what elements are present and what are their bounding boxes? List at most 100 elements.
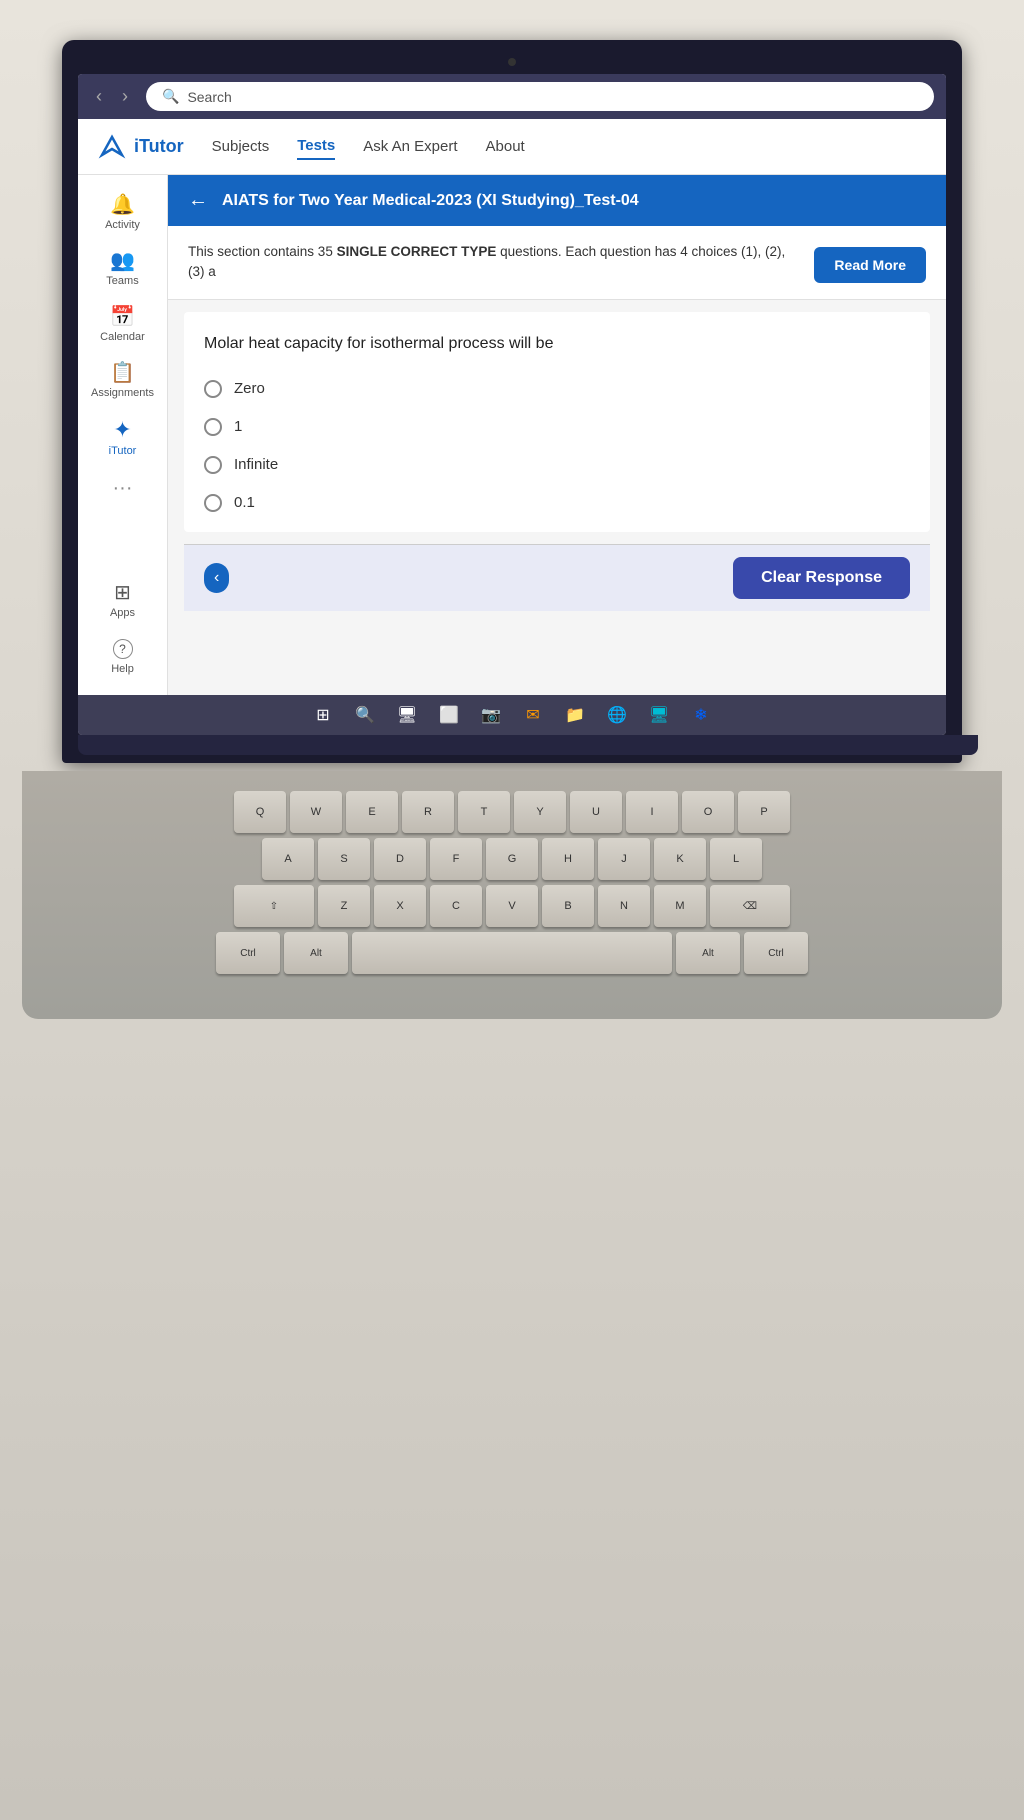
key-a[interactable]: A [262, 838, 314, 880]
taskbar-start-button[interactable]: ⊞ [309, 701, 337, 729]
app-logo: iTutor [98, 133, 184, 161]
key-n[interactable]: N [598, 885, 650, 927]
app-name: iTutor [134, 136, 184, 157]
taskbar-mail-icon[interactable]: ✉ [519, 701, 547, 729]
key-o[interactable]: O [682, 791, 734, 833]
taskbar-taskview-icon[interactable]: 🖥 [393, 701, 421, 729]
key-f[interactable]: F [430, 838, 482, 880]
option-item-b[interactable]: 1 [204, 418, 910, 436]
key-alt[interactable]: Alt [284, 932, 348, 974]
clear-response-button[interactable]: Clear Response [733, 557, 910, 599]
back-button[interactable]: ← [188, 189, 208, 212]
taskbar-files-icon[interactable]: 📁 [561, 701, 589, 729]
keyboard-area: Q W E R T Y U I O P A S D F G H J K L ⇧ … [22, 771, 1002, 1019]
option-radio-c[interactable] [204, 456, 222, 474]
key-i[interactable]: I [626, 791, 678, 833]
info-text: This section contains 35 SINGLE CORRECT … [188, 242, 814, 283]
sidebar-label-apps: Apps [110, 607, 135, 619]
key-m[interactable]: M [654, 885, 706, 927]
key-g[interactable]: G [486, 838, 538, 880]
key-shift[interactable]: ⇧ [234, 885, 314, 927]
nav-ask-expert[interactable]: Ask An Expert [363, 134, 457, 159]
option-radio-a[interactable] [204, 380, 222, 398]
test-header-bar: ← AIATS for Two Year Medical-2023 (XI St… [168, 175, 946, 226]
help-icon: ? [113, 639, 133, 659]
content-area: ← AIATS for Two Year Medical-2023 (XI St… [168, 175, 946, 695]
app-navbar: iTutor Subjects Tests Ask An Expert Abou… [78, 119, 946, 175]
key-space[interactable] [352, 932, 672, 974]
nav-back-button[interactable]: ‹ [90, 84, 108, 109]
keyboard-row-3: ⇧ Z X C V B N M ⌫ [62, 885, 962, 927]
key-e[interactable]: E [346, 791, 398, 833]
option-item-c[interactable]: Infinite [204, 456, 910, 474]
nav-subjects[interactable]: Subjects [212, 134, 270, 159]
option-item-d[interactable]: 0.1 [204, 494, 910, 512]
key-k[interactable]: K [654, 838, 706, 880]
key-ctrl[interactable]: Ctrl [216, 932, 280, 974]
key-ctrl-r[interactable]: Ctrl [744, 932, 808, 974]
key-z[interactable]: Z [318, 885, 370, 927]
key-c[interactable]: C [430, 885, 482, 927]
sidebar-item-teams[interactable]: 👥 Teams [83, 243, 163, 295]
nav-tests[interactable]: Tests [297, 133, 335, 160]
taskbar-edge-icon[interactable]: 🌐 [603, 701, 631, 729]
key-alt-r[interactable]: Alt [676, 932, 740, 974]
taskbar-camera-icon[interactable]: 📷 [477, 701, 505, 729]
sidebar-item-calendar[interactable]: 📅 Calendar [83, 299, 163, 351]
nav-forward-button[interactable]: › [116, 84, 134, 109]
browser-chrome: ‹ › 🔍 Search [78, 74, 946, 119]
key-q[interactable]: Q [234, 791, 286, 833]
question-area: Molar heat capacity for isothermal proce… [184, 312, 930, 532]
key-p[interactable]: P [738, 791, 790, 833]
key-x[interactable]: X [374, 885, 426, 927]
keyboard-row-2: A S D F G H J K L [62, 838, 962, 880]
nav-about[interactable]: About [486, 134, 525, 159]
key-s[interactable]: S [318, 838, 370, 880]
sidebar-item-itutor[interactable]: ✦ iTutor [83, 411, 163, 465]
key-d[interactable]: D [374, 838, 426, 880]
search-placeholder: Search [187, 89, 231, 105]
taskbar-dropbox-icon[interactable]: ❄ [687, 701, 715, 729]
sidebar-label-teams: Teams [106, 275, 138, 287]
sidebar-item-activity[interactable]: 🔔 Activity [83, 187, 163, 239]
key-b[interactable]: B [542, 885, 594, 927]
option-radio-d[interactable] [204, 494, 222, 512]
option-list: Zero 1 Infinite [204, 380, 910, 512]
browser-nav: ‹ › [90, 84, 134, 109]
taskbar-store-icon[interactable]: 🖥 [645, 701, 673, 729]
option-item-a[interactable]: Zero [204, 380, 910, 398]
read-more-button[interactable]: Read More [814, 247, 926, 283]
key-v[interactable]: V [486, 885, 538, 927]
key-l[interactable]: L [710, 838, 762, 880]
sidebar-label-help: Help [111, 663, 134, 675]
key-y[interactable]: Y [514, 791, 566, 833]
windows-taskbar: ⊞ 🔍 🖥 ⬜ 📷 ✉ 📁 🌐 🖥 ❄ [78, 695, 946, 735]
key-backspace[interactable]: ⌫ [710, 885, 790, 927]
key-j[interactable]: J [598, 838, 650, 880]
itutor-logo-icon [98, 133, 126, 161]
sidebar-item-help[interactable]: ? Help [83, 631, 163, 683]
sidebar-more[interactable]: ··· [105, 469, 141, 508]
key-u[interactable]: U [570, 791, 622, 833]
info-box: This section contains 35 SINGLE CORRECT … [168, 226, 946, 300]
key-t[interactable]: T [458, 791, 510, 833]
camera-dot [508, 58, 516, 66]
key-h[interactable]: H [542, 838, 594, 880]
option-radio-b[interactable] [204, 418, 222, 436]
sidebar-item-assignments[interactable]: 📋 Assignments [83, 355, 163, 407]
search-icon: 🔍 [162, 88, 179, 105]
key-r[interactable]: R [402, 791, 454, 833]
calendar-icon: 📅 [110, 307, 135, 327]
taskbar-widgets-icon[interactable]: ⬜ [435, 701, 463, 729]
option-label-b: 1 [234, 418, 242, 435]
address-bar[interactable]: 🔍 Search [146, 82, 934, 111]
key-w[interactable]: W [290, 791, 342, 833]
info-content: This section contains 35 SINGLE CORRECT … [188, 244, 785, 279]
sidebar-label-calendar: Calendar [100, 331, 145, 343]
sidebar-item-apps[interactable]: ⊞ Apps [83, 575, 163, 627]
sidebar: 🔔 Activity 👥 Teams 📅 Calendar 📋 Assignme… [78, 175, 168, 695]
laptop-frame: ‹ › 🔍 Search iTutor Subjects Tests [0, 0, 1024, 1820]
nav-toggle-button[interactable]: ‹ [204, 563, 229, 593]
taskbar-search-icon[interactable]: 🔍 [351, 701, 379, 729]
keyboard-row-4: Ctrl Alt Alt Ctrl [62, 932, 962, 974]
